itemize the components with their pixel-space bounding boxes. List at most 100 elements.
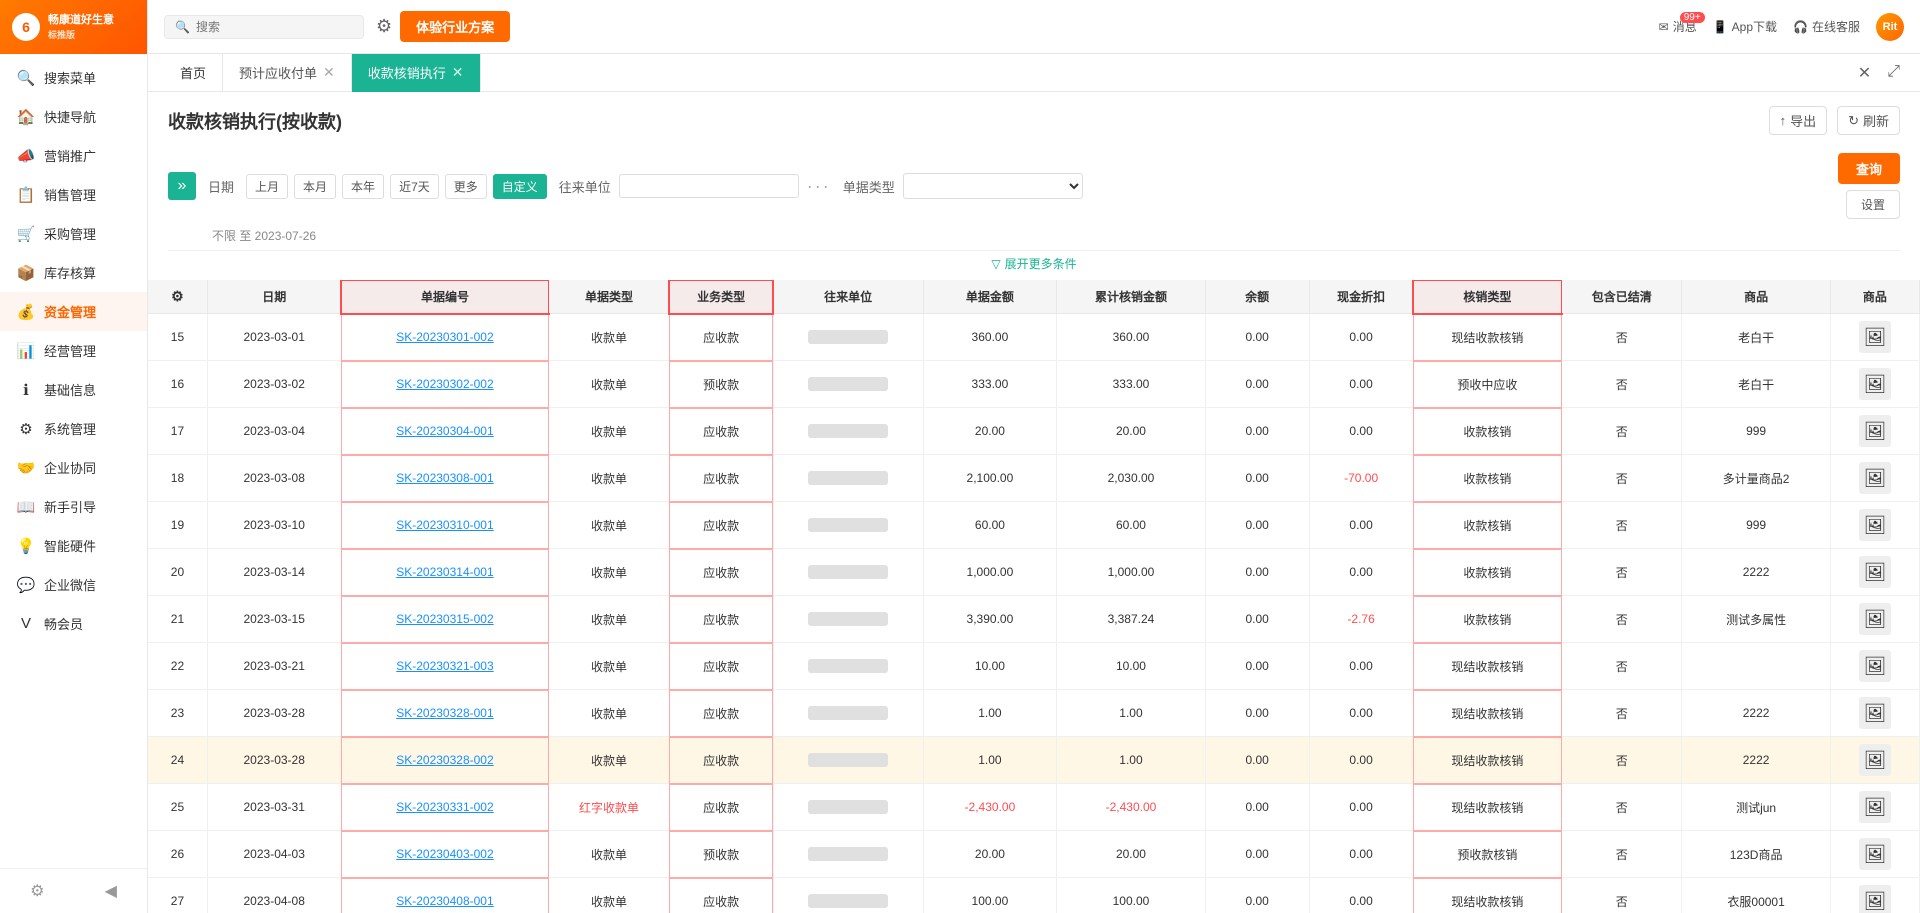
td-docno[interactable]: SK-20230314-001 <box>341 549 549 596</box>
topbar-settings-icon[interactable]: ⚙ <box>376 16 392 37</box>
td-amount: 333.00 <box>923 361 1057 408</box>
td-balance: 0.00 <box>1205 878 1309 913</box>
doctype-select[interactable] <box>903 173 1083 199</box>
date-custom-btn[interactable]: 自定义 <box>493 174 547 199</box>
message-badge: 99+ <box>1680 12 1705 23</box>
td-docno[interactable]: SK-20230331-002 <box>341 784 549 831</box>
tab-prepay[interactable]: 预计应收付单✕ <box>223 54 352 92</box>
td-docno[interactable]: SK-20230403-002 <box>341 831 549 878</box>
td-goodsimg: 🖼 <box>1830 878 1919 913</box>
export-btn[interactable]: ↑ 导出 <box>1769 106 1828 135</box>
td-goods: 999 <box>1682 502 1830 549</box>
app-download-action[interactable]: 📱 App下载 <box>1713 18 1777 35</box>
td-biztype: 应收款 <box>669 549 773 596</box>
expand-conditions-btn[interactable]: ▽ 展开更多条件 <box>991 255 1076 272</box>
sidebar-item-wechat[interactable]: 💬企业微信 <box>0 565 147 604</box>
collapse-icon[interactable]: ◀ <box>105 881 117 901</box>
sidebar-item-enterprise[interactable]: 🤝企业协同 <box>0 448 147 487</box>
td-docno[interactable]: SK-20230321-003 <box>341 643 549 690</box>
table-row: 192023-03-10SK-20230310-001收款单应收款60.0060… <box>148 502 1920 549</box>
td-goodsimg: 🖼 <box>1830 361 1919 408</box>
td-goods: 老白干 <box>1682 314 1830 361</box>
filter-settings-btn[interactable]: 设置 <box>1846 190 1900 219</box>
headset-icon: 🎧 <box>1793 20 1808 34</box>
td-cumwrite: 2,030.00 <box>1057 455 1205 502</box>
td-amount: 60.00 <box>923 502 1057 549</box>
td-cumwrite: 1,000.00 <box>1057 549 1205 596</box>
td-docno[interactable]: SK-20230301-002 <box>341 314 549 361</box>
sidebar-item-purchase[interactable]: 🛒采购管理 <box>0 214 147 253</box>
sidebar-label-hardware: 智能硬件 <box>44 536 96 555</box>
industry-btn[interactable]: 体验行业方案 <box>400 11 510 42</box>
partner-input[interactable] <box>619 174 799 198</box>
sidebar-item-operation[interactable]: 📊经营管理 <box>0 331 147 370</box>
td-goods: 测试jun <box>1682 784 1830 831</box>
td-balance: 0.00 <box>1205 784 1309 831</box>
td-docno[interactable]: SK-20230328-001 <box>341 690 549 737</box>
td-date: 2023-03-28 <box>207 737 341 784</box>
sidebar-item-member[interactable]: V畅会员 <box>0 604 147 643</box>
td-writetype: 现结收款核销 <box>1413 314 1561 361</box>
goods-thumbnail: 🖼 <box>1859 838 1891 870</box>
td-date: 2023-03-14 <box>207 549 341 596</box>
td-docno[interactable]: SK-20230408-001 <box>341 878 549 913</box>
td-docno[interactable]: SK-20230304-001 <box>341 408 549 455</box>
td-doctype: 收款单 <box>549 549 669 596</box>
sidebar-item-finance[interactable]: 💰资金管理 <box>0 292 147 331</box>
td-inclsettled: 否 <box>1562 455 1682 502</box>
sidebar-item-guide[interactable]: 📖新手引导 <box>0 487 147 526</box>
td-docno[interactable]: SK-20230308-001 <box>341 455 549 502</box>
tab-label-home: 首页 <box>180 63 206 82</box>
sidebar-item-hardware[interactable]: 💡智能硬件 <box>0 526 147 565</box>
sidebar-item-inventory[interactable]: 📦库存核算 <box>0 253 147 292</box>
td-doctype: 红字收款单 <box>549 784 669 831</box>
tab-maximize-icon[interactable]: ⤢ <box>1883 59 1904 87</box>
refresh-btn[interactable]: ↻ 刷新 <box>1837 106 1900 135</box>
td-doctype: 收款单 <box>549 502 669 549</box>
date-more-btn[interactable]: 更多 <box>445 174 487 199</box>
query-btn[interactable]: 查询 <box>1838 153 1900 184</box>
td-docno[interactable]: SK-20230328-002 <box>341 737 549 784</box>
tab-close-prepay[interactable]: ✕ <box>323 64 335 81</box>
td-cashdiscount: 0.00 <box>1309 502 1413 549</box>
tab-close-all-icon[interactable]: ✕ <box>1854 59 1875 87</box>
td-sno: 25 <box>148 784 207 831</box>
table-row: 222023-03-21SK-20230321-003收款单应收款10.0010… <box>148 643 1920 690</box>
blurred-value <box>808 706 888 720</box>
sidebar-item-sales[interactable]: 📋销售管理 <box>0 175 147 214</box>
sidebar-item-system[interactable]: ⚙系统管理 <box>0 409 147 448</box>
th-goodsimg: 商品 <box>1830 280 1919 314</box>
doctype-filter-group: 单据类型 <box>843 173 1083 199</box>
tab-writeoff[interactable]: 收款核销执行✕ <box>352 54 481 92</box>
th-writetype: 核销类型 <box>1413 280 1561 314</box>
settings-icon[interactable]: ⚙ <box>30 881 44 901</box>
user-avatar[interactable]: Rit <box>1876 13 1904 41</box>
date-this-month-btn[interactable]: 本月 <box>294 174 336 199</box>
td-docno[interactable]: SK-20230302-002 <box>341 361 549 408</box>
td-goodsimg: 🖼 <box>1830 596 1919 643</box>
td-cashdiscount: 0.00 <box>1309 361 1413 408</box>
td-biztype: 预收款 <box>669 831 773 878</box>
sidebar-item-basic[interactable]: ℹ基础信息 <box>0 370 147 409</box>
td-date: 2023-04-03 <box>207 831 341 878</box>
sidebar-item-marketing[interactable]: 📣营销推广 <box>0 136 147 175</box>
search-input[interactable] <box>196 20 336 34</box>
td-writetype: 现结收款核销 <box>1413 784 1561 831</box>
service-action[interactable]: 🎧 在线客服 <box>1793 18 1860 35</box>
date-this-year-btn[interactable]: 本年 <box>342 174 384 199</box>
td-docno[interactable]: SK-20230310-001 <box>341 502 549 549</box>
sidebar-item-quick-nav[interactable]: 🏠快捷导航 <box>0 97 147 136</box>
date-last-month-btn[interactable]: 上月 <box>246 174 288 199</box>
tab-close-writeoff[interactable]: ✕ <box>452 64 464 81</box>
sidebar-item-search-menu[interactable]: 🔍搜索菜单 <box>0 58 147 97</box>
message-action[interactable]: ✉ 消息 99+ <box>1659 18 1697 35</box>
partner-dots-btn[interactable]: ··· <box>807 176 831 197</box>
topbar-search-box[interactable]: 🔍 <box>164 15 364 39</box>
td-doctype: 收款单 <box>549 831 669 878</box>
tab-home[interactable]: 首页 <box>164 54 223 92</box>
td-docno[interactable]: SK-20230315-002 <box>341 596 549 643</box>
date-7days-btn[interactable]: 近7天 <box>390 174 439 199</box>
filter-expand-icon[interactable]: » <box>168 172 196 200</box>
page-header: 收款核销执行(按收款) ↑ 导出 ↻ 刷新 <box>148 92 1920 145</box>
goods-thumbnail: 🖼 <box>1859 509 1891 541</box>
